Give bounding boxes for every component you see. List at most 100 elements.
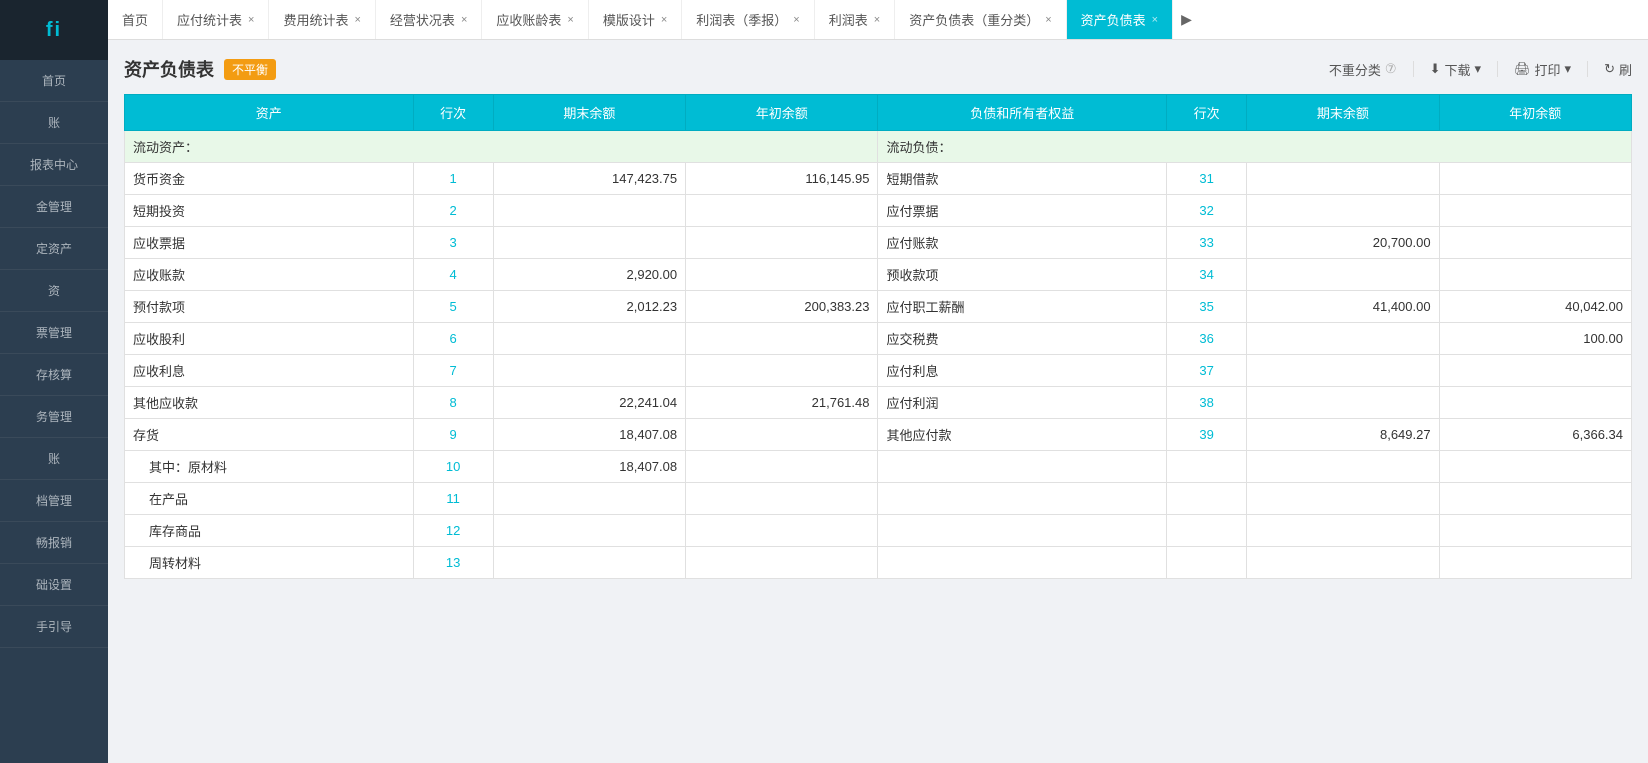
- tab-close-payable-stats[interactable]: ×: [248, 14, 254, 26]
- sidebar-item-invoice[interactable]: 票管理: [0, 312, 108, 354]
- row-number: 13: [413, 547, 493, 579]
- sidebar-item-fixed-assets[interactable]: 定资产: [0, 228, 108, 270]
- end-balance2: [1247, 451, 1439, 483]
- row-number: 6: [413, 323, 493, 355]
- sidebar-item-affairs[interactable]: 务管理: [0, 396, 108, 438]
- page-title-area: 资产负债表 不平衡: [124, 56, 276, 82]
- sidebar-item-settings[interactable]: 础设置: [0, 564, 108, 606]
- balance-sheet-table: 资产 行次 期末余额 年初余额 负债和所有者权益 行次 期末余额 年初余额 流动…: [124, 94, 1632, 579]
- tab-close-template[interactable]: ×: [661, 14, 667, 26]
- tab-close-profit[interactable]: ×: [874, 14, 880, 26]
- print-button[interactable]: 🖨 打印 ▾: [1514, 60, 1571, 79]
- sidebar-item-ledger[interactable]: 账: [0, 438, 108, 480]
- tab-ar-aging[interactable]: 应收账龄表 ×: [482, 0, 588, 40]
- begin-balance: 200,383.23: [686, 291, 878, 323]
- row-number2: [1167, 483, 1247, 515]
- tab-close-profit-quarterly[interactable]: ×: [793, 14, 799, 26]
- liability-name: 应交税费: [878, 323, 1167, 355]
- begin-balance: [686, 195, 878, 227]
- tab-close-expense-stats[interactable]: ×: [354, 14, 360, 26]
- asset-name: 应收股利: [125, 323, 414, 355]
- end-balance2: [1247, 323, 1439, 355]
- sidebar-item-capital[interactable]: 资: [0, 270, 108, 312]
- col-asset: 资产: [125, 95, 414, 131]
- tab-home[interactable]: 首页: [108, 0, 163, 40]
- end-balance: [493, 547, 685, 579]
- row-number2: 32: [1167, 195, 1247, 227]
- row-number: 4: [413, 259, 493, 291]
- liability-name: 预收款项: [878, 259, 1167, 291]
- table-section-row: 流动资产： 流动负债：: [125, 131, 1632, 163]
- sidebar-item-report-center[interactable]: 报表中心: [0, 144, 108, 186]
- sidebar-item-account[interactable]: 账: [0, 102, 108, 144]
- sidebar-item-guide[interactable]: 手引导: [0, 606, 108, 648]
- liability-name: 短期借款: [878, 163, 1167, 195]
- table-row: 库存商品 12: [125, 515, 1632, 547]
- sidebar: fi 首页 账 报表中心 金管理 定资产 资 票管理 存核算 务管理 账 档管理…: [0, 0, 108, 763]
- tab-payable-stats[interactable]: 应付统计表 ×: [163, 0, 269, 40]
- end-balance: 2,920.00: [493, 259, 685, 291]
- begin-balance: [686, 323, 878, 355]
- refresh-button[interactable]: ↻ 刷: [1604, 60, 1632, 79]
- row-number2: 38: [1167, 387, 1247, 419]
- begin-balance: [686, 451, 878, 483]
- end-balance2: 20,700.00: [1247, 227, 1439, 259]
- content-area: 资产负债表 不平衡 不重分类 ⑦ ⬇ 下载 ▾ 🖨 打印 ▾: [108, 40, 1648, 763]
- begin-balance: [686, 227, 878, 259]
- unbalanced-badge: 不平衡: [224, 59, 276, 80]
- asset-name: 库存商品: [125, 515, 414, 547]
- asset-name: 其中：原材料: [125, 451, 414, 483]
- end-balance: [493, 227, 685, 259]
- begin-balance2: [1439, 195, 1631, 227]
- tab-balance-sheet[interactable]: 资产负债表 ×: [1067, 0, 1173, 40]
- tab-profit-quarterly[interactable]: 利润表（季报） ×: [682, 0, 814, 40]
- table-row: 应收票据 3 应付账款 33 20,700.00: [125, 227, 1632, 259]
- sidebar-item-home[interactable]: 首页: [0, 60, 108, 102]
- asset-name: 周转材料: [125, 547, 414, 579]
- tab-template[interactable]: 模版设计 ×: [589, 0, 682, 40]
- col-liability-equity: 负债和所有者权益: [878, 95, 1167, 131]
- sidebar-item-inventory[interactable]: 存核算: [0, 354, 108, 396]
- tab-operations[interactable]: 经营状况表 ×: [376, 0, 482, 40]
- begin-balance2: [1439, 163, 1631, 195]
- table-row: 周转材料 13: [125, 547, 1632, 579]
- liability-name: [878, 547, 1167, 579]
- download-button[interactable]: ⬇ 下载 ▾: [1430, 60, 1481, 79]
- end-balance2: [1247, 355, 1439, 387]
- row-number2: [1167, 451, 1247, 483]
- begin-balance2: [1439, 355, 1631, 387]
- sidebar-item-fund[interactable]: 金管理: [0, 186, 108, 228]
- sidebar-item-expense[interactable]: 畅报销: [0, 522, 108, 564]
- begin-balance: [686, 547, 878, 579]
- tab-expense-stats[interactable]: 费用统计表 ×: [269, 0, 375, 40]
- sidebar-item-archive[interactable]: 档管理: [0, 480, 108, 522]
- tab-close-balance-sheet[interactable]: ×: [1152, 14, 1158, 26]
- tab-scroll-right[interactable]: ▶: [1173, 0, 1200, 40]
- help-icon: ⑦: [1385, 61, 1397, 77]
- end-balance2: [1247, 515, 1439, 547]
- asset-name: 应收利息: [125, 355, 414, 387]
- liability-name: [878, 483, 1167, 515]
- tab-close-operations[interactable]: ×: [461, 14, 467, 26]
- end-balance: 18,407.08: [493, 451, 685, 483]
- asset-name: 货币资金: [125, 163, 414, 195]
- begin-balance: [686, 515, 878, 547]
- tab-close-ar-aging[interactable]: ×: [567, 14, 573, 26]
- begin-balance2: 100.00: [1439, 323, 1631, 355]
- table-row: 应收利息 7 应付利息 37: [125, 355, 1632, 387]
- begin-balance2: [1439, 227, 1631, 259]
- asset-name: 预付款项: [125, 291, 414, 323]
- liability-name: 其他应付款: [878, 419, 1167, 451]
- begin-balance2: [1439, 483, 1631, 515]
- begin-balance2: [1439, 259, 1631, 291]
- row-number2: 39: [1167, 419, 1247, 451]
- table-row: 应收账款 4 2,920.00 预收款项 34: [125, 259, 1632, 291]
- end-balance: 18,407.08: [493, 419, 685, 451]
- no-reclassify-button[interactable]: 不重分类 ⑦: [1329, 60, 1397, 79]
- col-end-balance: 期末余额: [493, 95, 685, 131]
- tab-profit[interactable]: 利润表 ×: [815, 0, 895, 40]
- end-balance: [493, 355, 685, 387]
- tab-balance-reclassified[interactable]: 资产负债表（重分类） ×: [895, 0, 1066, 40]
- tab-bar: 首页 应付统计表 × 费用统计表 × 经营状况表 × 应收账龄表 × 模版设计 …: [108, 0, 1648, 40]
- tab-close-balance-reclassified[interactable]: ×: [1045, 14, 1051, 26]
